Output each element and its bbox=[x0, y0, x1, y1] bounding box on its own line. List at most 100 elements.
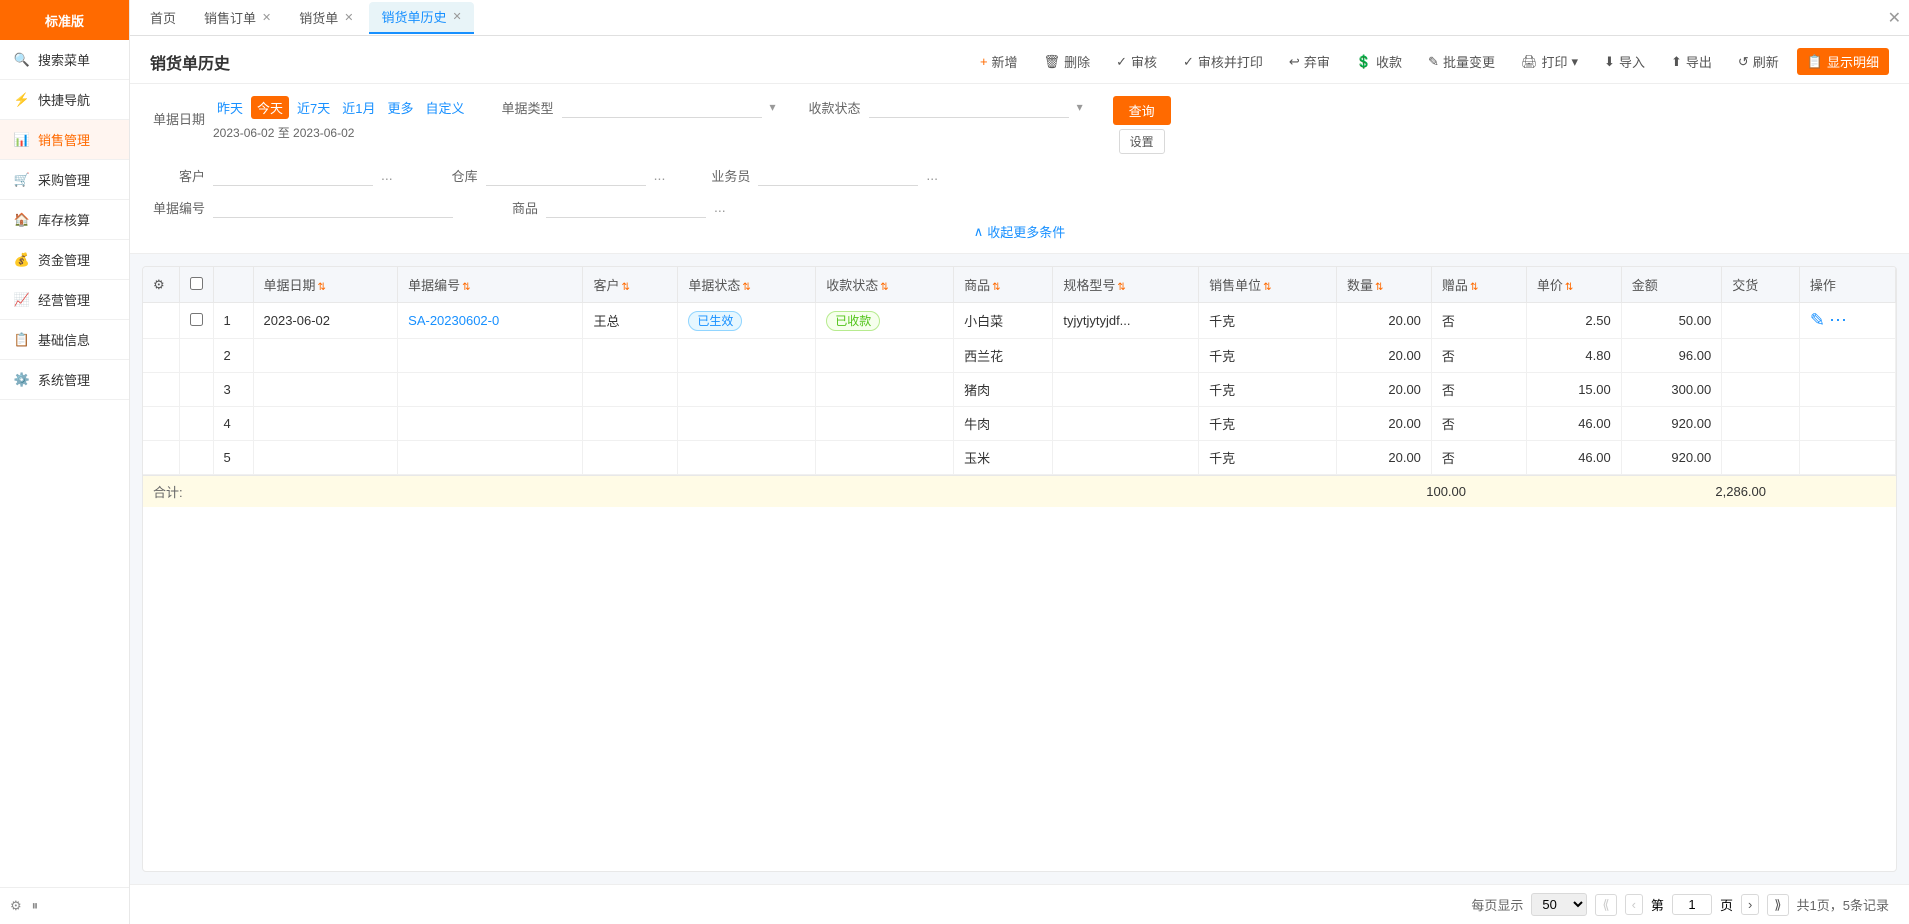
docno-input[interactable] bbox=[213, 196, 453, 218]
add-button[interactable]: + 新增 bbox=[972, 48, 1026, 75]
th-gear[interactable]: ⚙ bbox=[143, 267, 179, 303]
sidebar-item-label: 资金管理 bbox=[38, 250, 90, 269]
batch-change-button[interactable]: ✎ 批量变更 bbox=[1420, 48, 1503, 75]
sort-price-icon: ⇅ bbox=[1565, 282, 1573, 293]
select-all-checkbox[interactable] bbox=[190, 277, 203, 290]
th-unit[interactable]: 销售单位⇅ bbox=[1199, 267, 1337, 303]
customer-ellipsis[interactable]: ... bbox=[381, 167, 393, 183]
th-gift[interactable]: 赠品⇅ bbox=[1431, 267, 1526, 303]
first-page-button[interactable]: ⟪ bbox=[1595, 894, 1616, 916]
collapse-bottom-icon[interactable]: ⏸ bbox=[32, 898, 39, 914]
sidebar-item-label: 基础信息 bbox=[38, 330, 90, 349]
cell-docno[interactable]: SA-20230602-0 bbox=[398, 303, 583, 339]
date-btn-yesterday[interactable]: 昨天 bbox=[213, 96, 247, 119]
cell-docno[interactable] bbox=[398, 373, 583, 407]
sidebar-item-sales-mgmt[interactable]: 📊 销售管理 bbox=[0, 120, 129, 160]
cell-cb[interactable] bbox=[179, 339, 213, 373]
doc-type-dropdown[interactable]: ▾ bbox=[770, 100, 776, 114]
th-seq bbox=[213, 267, 253, 303]
window-close-btn[interactable]: ✕ bbox=[1888, 8, 1901, 28]
sidebar-item-operations[interactable]: 📈 经营管理 bbox=[0, 280, 129, 320]
abandon-button[interactable]: ↩ 弃审 bbox=[1281, 48, 1338, 75]
tab-close-sales-goods[interactable]: ✕ bbox=[344, 11, 353, 24]
settings-bottom-icon[interactable]: ⚙ bbox=[10, 898, 22, 914]
th-customer[interactable]: 客户⇅ bbox=[583, 267, 678, 303]
customer-input[interactable] bbox=[213, 164, 373, 186]
settings-button[interactable]: 设置 bbox=[1119, 129, 1165, 154]
doc-type-select[interactable] bbox=[562, 96, 762, 118]
export-button[interactable]: ⬆ 导出 bbox=[1663, 48, 1720, 75]
date-display: 2023-06-02 至 2023-06-02 bbox=[213, 124, 469, 141]
delete-button[interactable]: 🗑 删除 bbox=[1036, 48, 1099, 75]
sidebar-item-purchase-mgmt[interactable]: 🛒 采购管理 bbox=[0, 160, 129, 200]
per-page-select[interactable]: 50 100 200 bbox=[1531, 893, 1587, 916]
tab-sales-goods[interactable]: 销货单 ✕ bbox=[287, 2, 365, 34]
page-unit: 页 bbox=[1720, 895, 1733, 914]
th-qty[interactable]: 数量⇅ bbox=[1337, 267, 1432, 303]
th-docno[interactable]: 单据编号⇅ bbox=[398, 267, 583, 303]
date-btn-today[interactable]: 今天 bbox=[251, 96, 289, 119]
sidebar-item-quick-nav[interactable]: ⚡ 快捷导航 bbox=[0, 80, 129, 120]
th-checkbox[interactable] bbox=[179, 267, 213, 303]
import-button[interactable]: ⬇ 导入 bbox=[1596, 48, 1653, 75]
warehouse-ellipsis[interactable]: ... bbox=[654, 167, 666, 183]
th-doc-status[interactable]: 单据状态⇅ bbox=[678, 267, 816, 303]
collect-button[interactable]: 💲 收款 bbox=[1348, 48, 1410, 75]
data-table: ⚙ 单据日期⇅ 单据编号⇅ 客户⇅ 单据状态⇅ 收款状态⇅ 商品⇅ 规格型号⇅ … bbox=[143, 267, 1896, 475]
date-btn-custom[interactable]: 自定义 bbox=[422, 96, 469, 119]
next-page-button[interactable]: › bbox=[1741, 894, 1759, 915]
more-action-btn[interactable]: ⋯ bbox=[1829, 310, 1847, 331]
cell-cb[interactable] bbox=[179, 303, 213, 339]
sidebar-item-sys-mgmt[interactable]: ⚙️ 系统管理 bbox=[0, 360, 129, 400]
date-btn-more[interactable]: 更多 bbox=[384, 96, 418, 119]
th-spec[interactable]: 规格型号⇅ bbox=[1053, 267, 1199, 303]
sidebar-item-search-menu[interactable]: 🔍 搜索菜单 bbox=[0, 40, 129, 80]
show-detail-button[interactable]: 📋 显示明细 bbox=[1797, 48, 1889, 75]
sidebar-item-basic-info[interactable]: 📋 基础信息 bbox=[0, 320, 129, 360]
audit-button[interactable]: ✓ 审核 bbox=[1108, 48, 1165, 75]
date-btn-7days[interactable]: 近7天 bbox=[293, 96, 334, 119]
collect-status-dropdown[interactable]: ▾ bbox=[1077, 100, 1083, 114]
cell-docno[interactable] bbox=[398, 441, 583, 475]
sidebar-item-finance[interactable]: 💰 资金管理 bbox=[0, 240, 129, 280]
page-number-input[interactable] bbox=[1672, 894, 1712, 915]
tab-sales-history[interactable]: 销货单历史 ✕ bbox=[369, 2, 473, 34]
cell-cb[interactable] bbox=[179, 441, 213, 475]
collapse-button[interactable]: ∧ 收起更多条件 bbox=[150, 222, 1889, 241]
cell-docno[interactable] bbox=[398, 339, 583, 373]
warehouse-input[interactable] bbox=[486, 164, 646, 186]
cell-docno[interactable] bbox=[398, 407, 583, 441]
cell-cb[interactable] bbox=[179, 407, 213, 441]
goods-input[interactable] bbox=[546, 196, 706, 218]
collect-status-select[interactable] bbox=[869, 96, 1069, 118]
last-page-button[interactable]: ⟫ bbox=[1767, 894, 1788, 916]
tab-home[interactable]: 首页 bbox=[138, 2, 188, 34]
date-btn-1month[interactable]: 近1月 bbox=[338, 96, 379, 119]
th-price[interactable]: 单价⇅ bbox=[1526, 267, 1621, 303]
filter-row-1: 单据日期 昨天 今天 近7天 近1月 更多 自定义 2023-06-02 至 2… bbox=[150, 96, 1889, 154]
audit-print-button[interactable]: ✓ 审核并打印 bbox=[1175, 48, 1271, 75]
cell-cb[interactable] bbox=[179, 373, 213, 407]
th-collect-status[interactable]: 收款状态⇅ bbox=[816, 267, 954, 303]
prev-page-button[interactable]: ‹ bbox=[1625, 894, 1643, 915]
print-button[interactable]: 🖨 打印 ▾ bbox=[1513, 48, 1586, 75]
sort-docno-icon: ⇅ bbox=[462, 282, 470, 293]
row-checkbox[interactable] bbox=[190, 313, 203, 326]
tab-sales-order[interactable]: 销售订单 ✕ bbox=[192, 2, 283, 34]
tab-close-sales-history[interactable]: ✕ bbox=[453, 10, 462, 23]
salesperson-ellipsis[interactable]: ... bbox=[926, 167, 938, 183]
table-header-row: ⚙ 单据日期⇅ 单据编号⇅ 客户⇅ 单据状态⇅ 收款状态⇅ 商品⇅ 规格型号⇅ … bbox=[143, 267, 1896, 303]
th-goods[interactable]: 商品⇅ bbox=[954, 267, 1053, 303]
cell-doc-status: 已生效 bbox=[678, 303, 816, 339]
tab-close-sales-order[interactable]: ✕ bbox=[262, 11, 271, 24]
th-date[interactable]: 单据日期⇅ bbox=[253, 267, 398, 303]
salesperson-input[interactable] bbox=[758, 164, 918, 186]
refresh-button[interactable]: ↺ 刷新 bbox=[1730, 48, 1787, 75]
cell-customer bbox=[583, 373, 678, 407]
goods-ellipsis[interactable]: ... bbox=[714, 199, 726, 215]
cell-seq: 4 bbox=[213, 407, 253, 441]
edit-action-btn[interactable]: ✎ bbox=[1810, 310, 1825, 331]
sidebar-item-inventory[interactable]: 🏠 库存核算 bbox=[0, 200, 129, 240]
query-button[interactable]: 查询 bbox=[1113, 96, 1171, 125]
filter-row-2: 客户 ... 仓库 ... 业务员 ... bbox=[150, 164, 1889, 186]
